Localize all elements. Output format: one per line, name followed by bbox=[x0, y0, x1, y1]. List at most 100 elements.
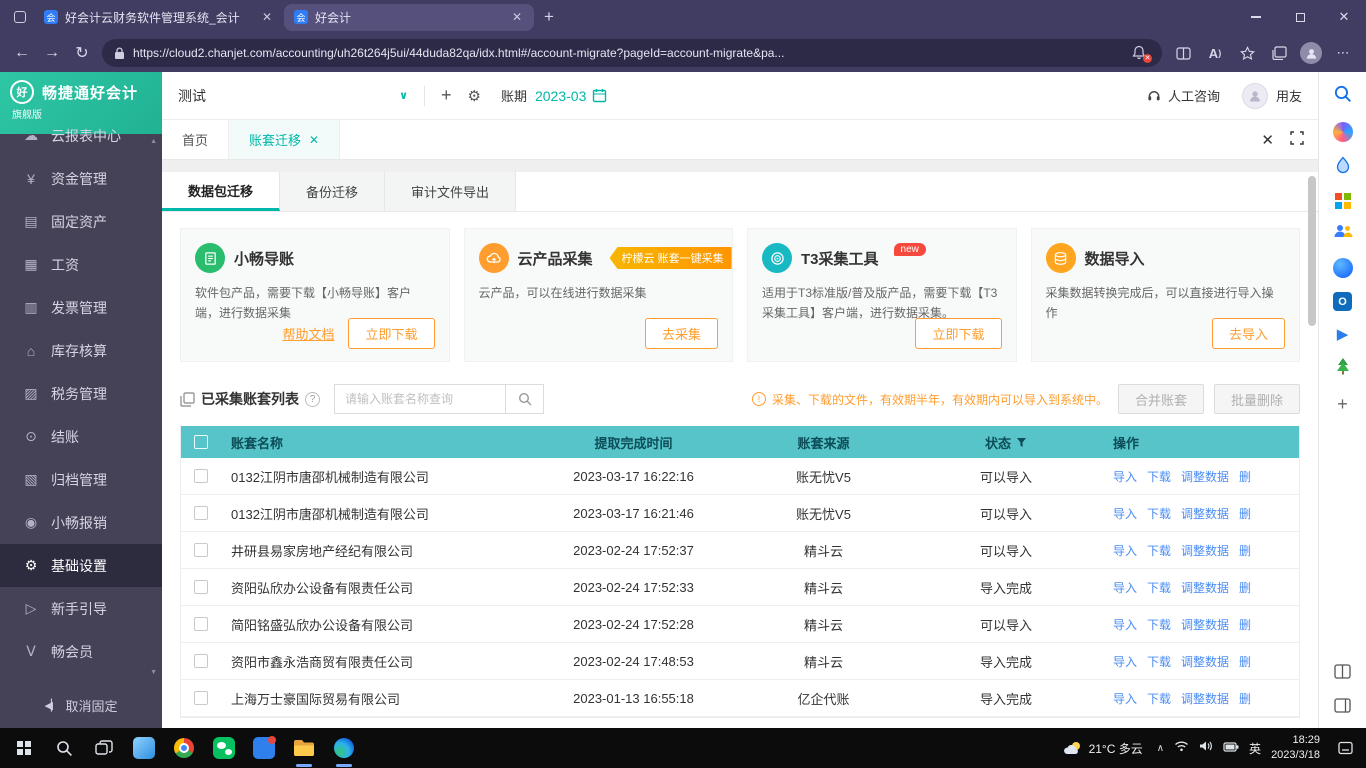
download-link[interactable]: 下载 bbox=[1147, 581, 1171, 595]
adjust-data-link[interactable]: 调整数据 bbox=[1181, 618, 1229, 632]
user-avatar[interactable] bbox=[1241, 82, 1268, 109]
adjust-data-link[interactable]: 调整数据 bbox=[1181, 581, 1229, 595]
sidebar-item-结账[interactable]: ⊙ 结账 bbox=[0, 415, 162, 458]
notification-center-icon[interactable] bbox=[1328, 728, 1362, 768]
adjust-data-link[interactable]: 调整数据 bbox=[1181, 544, 1229, 558]
add-account-icon[interactable]: + bbox=[441, 85, 452, 106]
maximize-button[interactable] bbox=[1278, 0, 1322, 34]
row-checkbox[interactable] bbox=[194, 469, 208, 483]
sidebar-scroll-down-icon[interactable]: ▼ bbox=[150, 669, 157, 676]
app-icon-sky[interactable] bbox=[124, 728, 164, 768]
help-icon[interactable]: ? bbox=[305, 391, 320, 407]
favorites-icon[interactable] bbox=[1236, 45, 1258, 61]
split-screen-icon[interactable] bbox=[1334, 664, 1351, 684]
people-icon[interactable] bbox=[1333, 223, 1353, 244]
fullscreen-icon[interactable] bbox=[1290, 130, 1304, 150]
taskbar-search-icon[interactable] bbox=[44, 728, 84, 768]
period-value[interactable]: 2023-03 bbox=[535, 88, 586, 104]
help-doc-link[interactable]: 帮助文档 bbox=[282, 324, 334, 343]
task-view-icon[interactable] bbox=[84, 728, 124, 768]
scrollbar-thumb[interactable] bbox=[1308, 176, 1316, 326]
download-link[interactable]: 下载 bbox=[1147, 692, 1171, 706]
delete-link[interactable]: 删除 bbox=[1239, 655, 1251, 669]
network-icon[interactable] bbox=[1174, 739, 1189, 757]
tab-backup-migrate[interactable]: 备份迁移 bbox=[280, 172, 386, 211]
outlook-icon[interactable]: O bbox=[1333, 292, 1352, 311]
sidebar-item-小畅报销[interactable]: ◉ 小畅报销 bbox=[0, 501, 162, 544]
delete-link[interactable]: 删除 bbox=[1239, 692, 1251, 706]
select-all-checkbox[interactable] bbox=[194, 435, 208, 449]
workspace-icon[interactable] bbox=[6, 11, 34, 23]
sidebar-item-库存核算[interactable]: ⌂ 库存核算 bbox=[0, 329, 162, 372]
forward-icon[interactable]: → bbox=[42, 44, 62, 62]
delete-link[interactable]: 删除 bbox=[1239, 507, 1251, 521]
import-link[interactable]: 导入 bbox=[1113, 544, 1137, 558]
adjust-data-link[interactable]: 调整数据 bbox=[1181, 470, 1229, 484]
sidebar-item-基础设置[interactable]: ⚙ 基础设置 bbox=[0, 544, 162, 587]
play-icon[interactable]: ▶ bbox=[1337, 325, 1349, 343]
row-checkbox[interactable] bbox=[194, 691, 208, 705]
delete-link[interactable]: 删除 bbox=[1239, 470, 1251, 484]
app-icon-blue[interactable] bbox=[244, 728, 284, 768]
tab-audit-export[interactable]: 审计文件导出 bbox=[385, 172, 517, 211]
delete-link[interactable]: 删除 bbox=[1239, 581, 1251, 595]
delete-link[interactable]: 删除 bbox=[1239, 544, 1251, 558]
sidebar-item-发票管理[interactable]: ▥ 发票管理 bbox=[0, 286, 162, 329]
minimize-button[interactable] bbox=[1234, 0, 1278, 34]
tab-close-icon[interactable]: ✕ bbox=[510, 10, 524, 24]
browser-menu-icon[interactable]: ⋯ bbox=[1332, 45, 1354, 61]
delete-link[interactable]: 删除 bbox=[1239, 618, 1251, 632]
close-page-icon[interactable]: ✕ bbox=[1261, 131, 1274, 149]
volume-icon[interactable] bbox=[1199, 739, 1213, 757]
adjust-data-link[interactable]: 调整数据 bbox=[1181, 507, 1229, 521]
download-link[interactable]: 下载 bbox=[1147, 507, 1171, 521]
support-button[interactable]: 人工咨询 bbox=[1146, 86, 1220, 105]
download-now-button[interactable]: 立即下载 bbox=[348, 318, 435, 349]
weather-widget[interactable]: 21°C 多云 bbox=[1063, 740, 1143, 757]
import-link[interactable]: 导入 bbox=[1113, 618, 1137, 632]
row-checkbox[interactable] bbox=[194, 580, 208, 594]
microsoft365-icon[interactable] bbox=[1334, 193, 1351, 209]
download-link[interactable]: 下载 bbox=[1147, 470, 1171, 484]
filter-icon[interactable] bbox=[1016, 437, 1027, 448]
import-link[interactable]: 导入 bbox=[1113, 470, 1137, 484]
start-icon[interactable] bbox=[4, 728, 44, 768]
sidebar-item-固定资产[interactable]: ▤ 固定资产 bbox=[0, 200, 162, 243]
hidden-icons-icon[interactable]: ∧ bbox=[1157, 743, 1164, 754]
go-import-button[interactable]: 去导入 bbox=[1211, 318, 1285, 349]
chrome-icon[interactable] bbox=[164, 728, 204, 768]
language-indicator[interactable]: 英 bbox=[1249, 740, 1261, 757]
new-tab-icon[interactable]: + bbox=[534, 7, 564, 27]
download-link[interactable]: 下载 bbox=[1147, 544, 1171, 558]
adjust-data-link[interactable]: 调整数据 bbox=[1181, 655, 1229, 669]
panel-settings-icon[interactable] bbox=[1334, 698, 1351, 718]
content-scrollbar[interactable] bbox=[1308, 176, 1316, 716]
messenger-icon[interactable] bbox=[1332, 258, 1353, 278]
row-checkbox[interactable] bbox=[194, 543, 208, 557]
search-input[interactable] bbox=[334, 384, 506, 414]
search-button[interactable] bbox=[506, 384, 544, 414]
browser-profile-avatar[interactable] bbox=[1300, 42, 1322, 64]
refresh-icon[interactable]: ↻ bbox=[72, 43, 92, 63]
sidebar-item-归档管理[interactable]: ▧ 归档管理 bbox=[0, 458, 162, 501]
drop-icon[interactable] bbox=[1335, 156, 1351, 179]
sidebar-item-税务管理[interactable]: ▨ 税务管理 bbox=[0, 372, 162, 415]
download-now-button[interactable]: 立即下载 bbox=[915, 318, 1002, 349]
browser-tab-2[interactable]: 会 好会计 ✕ bbox=[284, 3, 534, 31]
row-checkbox[interactable] bbox=[194, 654, 208, 668]
import-link[interactable]: 导入 bbox=[1113, 655, 1137, 669]
import-link[interactable]: 导入 bbox=[1113, 692, 1137, 706]
download-link[interactable]: 下载 bbox=[1147, 618, 1171, 632]
url-bar[interactable]: https://cloud2.chanjet.com/accounting/uh… bbox=[102, 39, 1162, 67]
page-tab-home[interactable]: 首页 bbox=[162, 120, 230, 159]
edge-icon[interactable] bbox=[324, 728, 364, 768]
folder-icon[interactable] bbox=[284, 728, 324, 768]
tab-data-package-migrate[interactable]: 数据包迁移 bbox=[162, 172, 281, 211]
calendar-icon[interactable] bbox=[592, 88, 607, 103]
read-aloud-icon[interactable]: A) bbox=[1204, 46, 1226, 61]
tree-icon[interactable] bbox=[1335, 357, 1351, 380]
page-tab-account-migrate[interactable]: 账套迁移 ✕ bbox=[229, 120, 341, 159]
discover-icon[interactable] bbox=[1332, 122, 1353, 142]
go-collect-button[interactable]: 去采集 bbox=[644, 318, 718, 349]
back-icon[interactable]: ← bbox=[12, 44, 32, 62]
